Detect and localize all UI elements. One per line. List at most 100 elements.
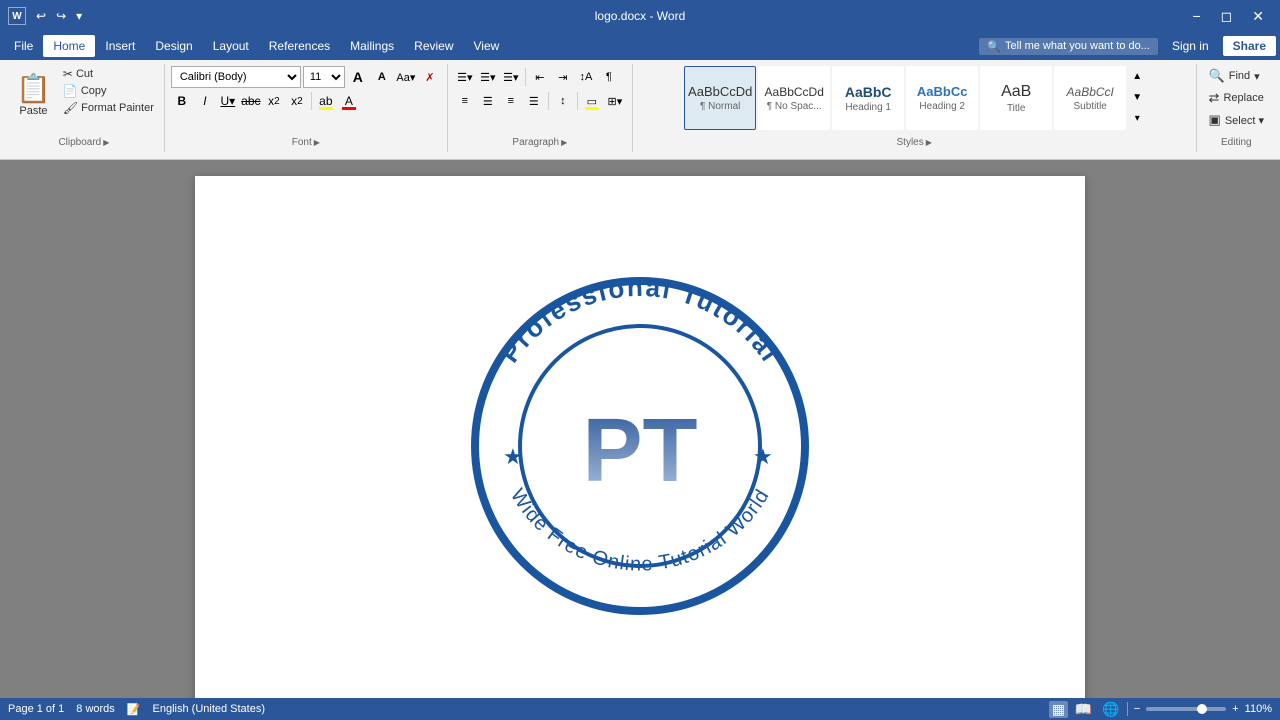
format-painter-button[interactable]: 🖌 Format Painter — [59, 100, 158, 116]
style-normal[interactable]: AaBbCcDd ¶ Normal — [684, 66, 756, 130]
format-painter-label: Format Painter — [81, 102, 154, 114]
restore-button[interactable]: ◻ — [1213, 4, 1241, 29]
cut-label: Cut — [76, 68, 93, 80]
style-title[interactable]: AaB Title — [980, 66, 1052, 130]
share-button[interactable]: Share — [1223, 36, 1276, 56]
clipboard-group: 📋 Paste ✂ Cut 📄 Copy 🖌 Format Painter — [4, 64, 165, 152]
justify-button[interactable]: ☰ — [523, 90, 545, 112]
paragraph-expand-icon[interactable]: ▶ — [561, 138, 567, 147]
style-subtitle[interactable]: AaBbCcI Subtitle — [1054, 66, 1126, 130]
search-icon: 🔍 — [987, 40, 1001, 53]
search-box[interactable]: 🔍 Tell me what you want to do... — [979, 38, 1158, 55]
line-spacing-button[interactable]: ↕ — [552, 90, 574, 112]
zoom-out-button[interactable]: − — [1132, 703, 1142, 715]
style-heading1[interactable]: AaBbC Heading 1 — [832, 66, 904, 130]
strikethrough-button[interactable]: abc — [240, 90, 262, 112]
sign-in-button[interactable]: Sign in — [1166, 37, 1215, 55]
bullets-button[interactable]: ☰▾ — [454, 66, 476, 88]
style-subtitle-preview: AaBbCcI — [1067, 85, 1114, 99]
find-button[interactable]: 🔍 Find ▾ — [1203, 66, 1270, 86]
find-icon: 🔍 — [1209, 68, 1225, 84]
redo-button[interactable]: ↪ — [52, 7, 70, 25]
menu-home[interactable]: Home — [43, 35, 95, 57]
font-name-select[interactable]: Calibri (Body) — [171, 66, 301, 88]
align-right-button[interactable]: ≡ — [500, 90, 522, 112]
paste-label: Paste — [19, 105, 47, 117]
minimize-button[interactable]: − — [1184, 4, 1208, 28]
subscript-button[interactable]: x2 — [263, 90, 285, 112]
clipboard-expand-icon[interactable]: ▶ — [103, 138, 109, 147]
menu-review[interactable]: Review — [404, 35, 463, 57]
logo-initials: PT — [582, 401, 697, 501]
font-color-button[interactable]: A — [338, 90, 360, 112]
menu-file[interactable]: File — [4, 35, 43, 57]
multilevel-button[interactable]: ☰▾ — [500, 66, 522, 88]
zoom-slider[interactable] — [1146, 707, 1226, 711]
menu-insert[interactable]: Insert — [95, 35, 145, 57]
cut-button[interactable]: ✂ Cut — [59, 66, 158, 82]
style-h2-preview: AaBbCc — [917, 84, 968, 99]
bold-button[interactable]: B — [171, 90, 193, 112]
change-case-button[interactable]: Aa▾ — [395, 66, 417, 88]
show-marks-button[interactable]: ¶ — [598, 66, 620, 88]
style-heading2[interactable]: AaBbCc Heading 2 — [906, 66, 978, 130]
customize-button[interactable]: ▾ — [72, 7, 86, 25]
numbering-button[interactable]: ☰▾ — [477, 66, 499, 88]
styles-expand[interactable]: ▾ — [1130, 108, 1144, 128]
menu-view[interactable]: View — [464, 35, 510, 57]
copy-button[interactable]: 📄 Copy — [59, 83, 158, 99]
print-layout-view-btn[interactable]: ▦ — [1049, 701, 1068, 718]
decrease-indent-button[interactable]: ⇤ — [529, 66, 551, 88]
styles-scroll-down[interactable]: ▼ — [1130, 87, 1144, 107]
style-title-label: Title — [1007, 103, 1026, 114]
font-group: Calibri (Body) 11 A A Aa▾ ✗ B I U▾ — [165, 64, 448, 152]
align-left-button[interactable]: ≡ — [454, 90, 476, 112]
font-expand-icon[interactable]: ▶ — [314, 138, 320, 147]
para-sep1 — [525, 68, 526, 86]
font-label: Font ▶ — [171, 137, 441, 150]
font-grow-button[interactable]: A — [347, 66, 369, 88]
styles-scroll-up[interactable]: ▲ — [1130, 66, 1144, 86]
style-subtitle-label: Subtitle — [1074, 101, 1107, 112]
font-row1: Calibri (Body) 11 A A Aa▾ ✗ — [171, 66, 441, 88]
read-mode-view-btn[interactable]: 📖 — [1072, 701, 1095, 718]
undo-button[interactable]: ↩ — [32, 7, 50, 25]
editing-group: 🔍 Find ▾ ⇄ Replace ▣ Select ▾ Editing — [1197, 64, 1276, 152]
menu-references[interactable]: References — [259, 35, 340, 57]
font-size-select[interactable]: 11 — [303, 66, 345, 88]
replace-button[interactable]: ⇄ Replace — [1203, 88, 1270, 108]
search-placeholder: Tell me what you want to do... — [1005, 40, 1150, 52]
menu-layout[interactable]: Layout — [203, 35, 259, 57]
cut-icon: ✂ — [63, 67, 73, 81]
para-controls: ☰▾ ☰▾ ☰▾ ⇤ ⇥ ↕A ¶ ≡ ☰ ≡ ☰ — [454, 66, 626, 112]
superscript-button[interactable]: x2 — [286, 90, 308, 112]
para-row1: ☰▾ ☰▾ ☰▾ ⇤ ⇥ ↕A ¶ — [454, 66, 626, 88]
italic-button[interactable]: I — [194, 90, 216, 112]
select-button[interactable]: ▣ Select ▾ — [1203, 110, 1270, 130]
clear-format-button[interactable]: ✗ — [419, 66, 441, 88]
replace-label: Replace — [1223, 92, 1263, 104]
web-layout-view-btn[interactable]: 🌐 — [1099, 701, 1122, 718]
paragraph-label: Paragraph ▶ — [454, 137, 626, 150]
styles-group: AaBbCcDd ¶ Normal AaBbCcDd ¶ No Spac... … — [633, 64, 1197, 152]
menu-design[interactable]: Design — [145, 35, 202, 57]
style-no-spacing[interactable]: AaBbCcDd ¶ No Spac... — [758, 66, 830, 130]
styles-expand-icon[interactable]: ▶ — [926, 138, 932, 147]
text-highlight-button[interactable]: ab — [315, 90, 337, 112]
font-shrink-button[interactable]: A — [371, 66, 393, 88]
ribbon: 📋 Paste ✂ Cut 📄 Copy 🖌 Format Painter — [0, 60, 1280, 160]
align-center-button[interactable]: ☰ — [477, 90, 499, 112]
font-separator — [311, 92, 312, 110]
close-button[interactable]: ✕ — [1244, 4, 1272, 29]
menu-mailings[interactable]: Mailings — [340, 35, 404, 57]
shading-button[interactable]: ▭ — [581, 90, 603, 112]
paste-button[interactable]: 📋 Paste — [10, 66, 57, 126]
font-controls: Calibri (Body) 11 A A Aa▾ ✗ B I U▾ — [171, 66, 441, 112]
sort-button[interactable]: ↕A — [575, 66, 597, 88]
document-page: Professional Tutorial ★ ★ Wide Free Onli… — [195, 176, 1085, 698]
underline-button[interactable]: U▾ — [217, 90, 239, 112]
borders-button[interactable]: ⊞▾ — [604, 90, 626, 112]
style-normal-preview: AaBbCcDd — [688, 84, 752, 99]
increase-indent-button[interactable]: ⇥ — [552, 66, 574, 88]
zoom-in-button[interactable]: + — [1230, 703, 1240, 715]
